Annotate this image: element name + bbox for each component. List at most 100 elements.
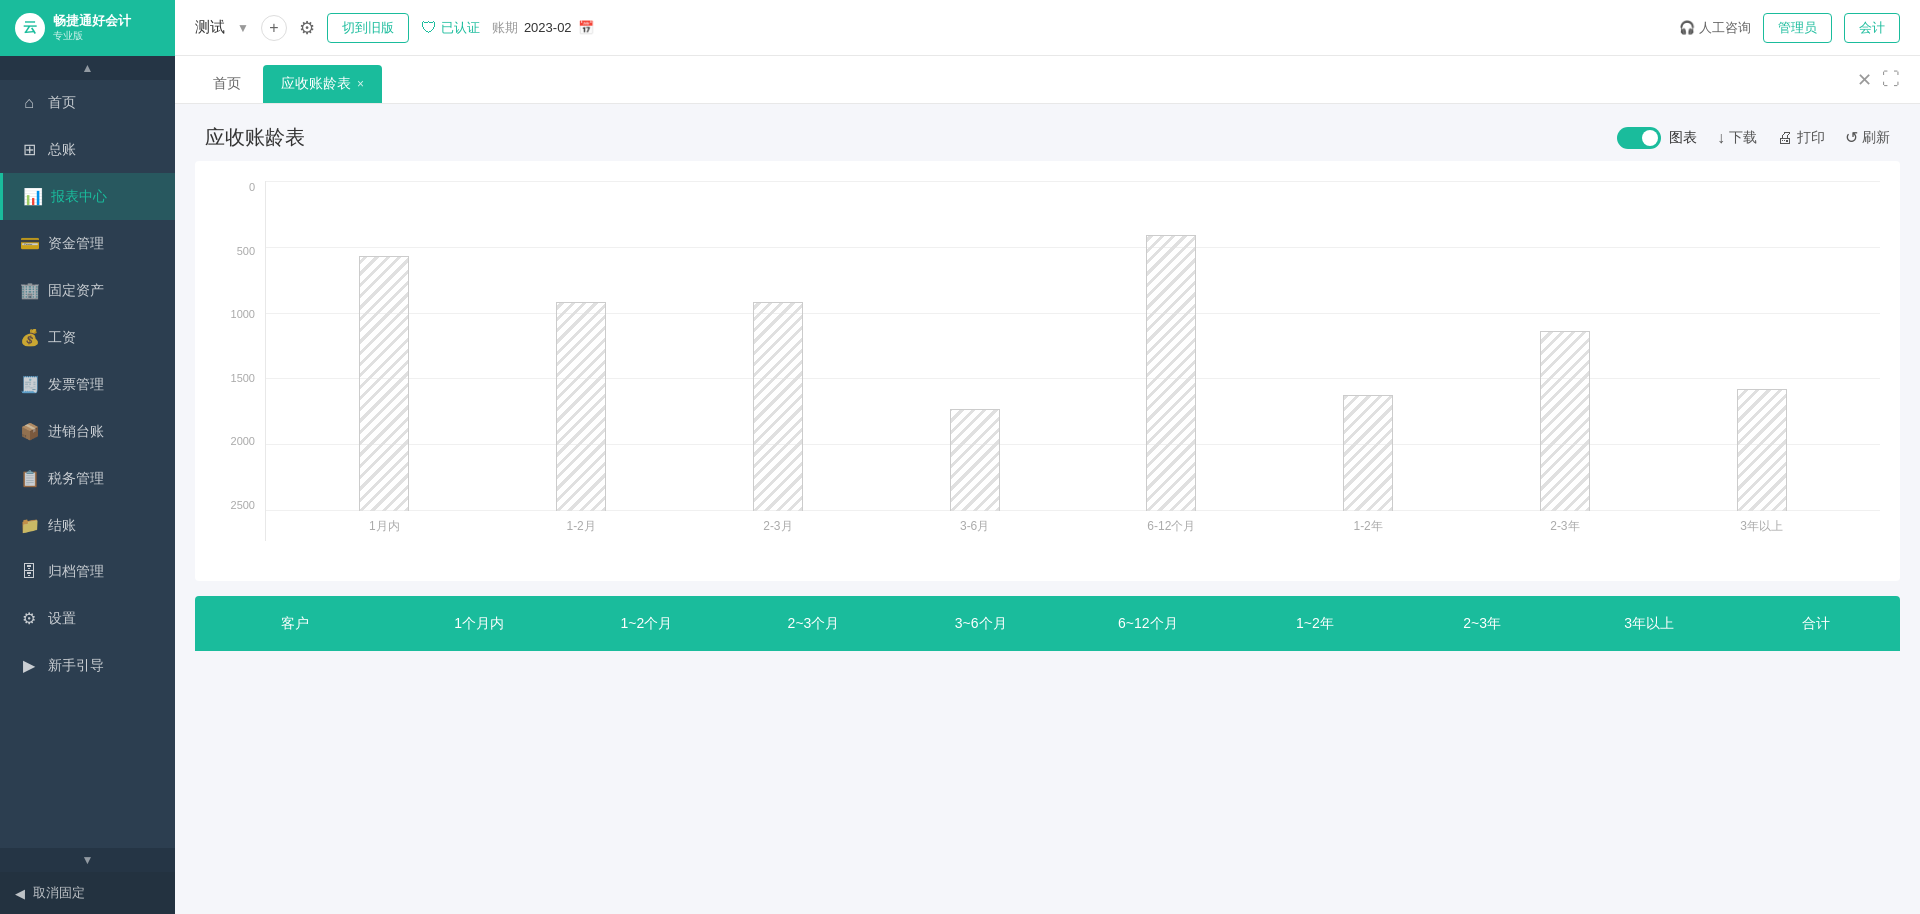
x-label: 1-2月 xyxy=(551,518,611,535)
settings-gear-icon[interactable]: ⚙ xyxy=(299,17,315,39)
company-dropdown-icon[interactable]: ▼ xyxy=(237,21,249,35)
chart-bar-group xyxy=(1737,389,1787,511)
download-icon: ↓ xyxy=(1717,129,1725,147)
chart-toggle-container: 图表 xyxy=(1617,127,1697,149)
sidebar-item-home[interactable]: ⌂ 首页 xyxy=(0,80,175,126)
chart-bar xyxy=(556,302,606,511)
consult-label: 人工咨询 xyxy=(1699,19,1751,37)
add-company-btn[interactable]: + xyxy=(261,15,287,41)
user-btn[interactable]: 管理员 xyxy=(1763,13,1832,43)
certified-icon: 🛡 xyxy=(421,19,437,37)
chart-bar xyxy=(1146,235,1196,511)
chart-y-axis: 2500 2000 1500 1000 500 0 xyxy=(215,181,265,541)
sidebar-item-reports[interactable]: 📊 报表中心 xyxy=(0,173,175,220)
sidebar-item-settings[interactable]: ⚙ 设置 xyxy=(0,595,175,642)
company-name: 测试 xyxy=(195,18,225,37)
sidebar-item-label: 税务管理 xyxy=(48,470,104,488)
scroll-down-btn[interactable]: ▼ xyxy=(0,848,175,872)
y-label-5: 2500 xyxy=(215,499,255,511)
tabbar-actions: ✕ ⛶ xyxy=(1857,69,1900,91)
sidebar-item-inventory[interactable]: 📦 进销台账 xyxy=(0,408,175,455)
reports-icon: 📊 xyxy=(23,187,41,206)
pin-icon: ◀ xyxy=(15,886,25,901)
sidebar-item-archive[interactable]: 🗄 归档管理 xyxy=(0,549,175,595)
tab-home[interactable]: 首页 xyxy=(195,65,259,103)
calendar-icon[interactable]: 📅 xyxy=(578,20,594,35)
refresh-icon: ↺ xyxy=(1845,128,1858,147)
closing-icon: 📁 xyxy=(20,516,38,535)
logo-badge: 专业版 xyxy=(53,29,131,43)
print-label: 打印 xyxy=(1797,129,1825,147)
tab-close-icon[interactable]: × xyxy=(357,77,364,91)
chart-toggle[interactable] xyxy=(1617,127,1661,149)
y-label-1: 500 xyxy=(215,245,255,257)
y-label-0: 0 xyxy=(215,181,255,193)
x-label: 2-3月 xyxy=(748,518,808,535)
sidebar-item-label: 归档管理 xyxy=(48,563,104,581)
x-label: 6-12个月 xyxy=(1141,518,1201,535)
consult-icon: 🎧 xyxy=(1679,20,1695,35)
table-header-col: 客户 xyxy=(195,615,396,633)
sidebar-item-label: 进销台账 xyxy=(48,423,104,441)
content-area: 应收账龄表 图表 ↓ 下载 🖨 打印 ↺ 刷新 xyxy=(175,104,1920,914)
switch-version-btn[interactable]: 切到旧版 xyxy=(327,13,409,43)
chart-bar-group xyxy=(950,409,1000,511)
main-area: 测试 ▼ + ⚙ 切到旧版 🛡 已认证 账期 2023-02 📅 🎧 人工咨询 … xyxy=(175,0,1920,914)
guide-icon: ▶ xyxy=(20,656,38,675)
chart-toggle-label: 图表 xyxy=(1669,129,1697,147)
scroll-up-btn[interactable]: ▲ xyxy=(0,56,175,80)
table-header: 客户1个月内1~2个月2~3个月3~6个月6~12个月1~2年2~3年3年以上合… xyxy=(195,596,1900,651)
y-label-4: 2000 xyxy=(215,435,255,447)
print-btn[interactable]: 🖨 打印 xyxy=(1777,129,1825,147)
sidebar-item-assets[interactable]: 🏢 固定资产 xyxy=(0,267,175,314)
chart-bar xyxy=(1540,331,1590,511)
period-label: 账期 xyxy=(492,19,518,37)
certified-label: 已认证 xyxy=(441,19,480,37)
sidebar-item-guide[interactable]: ▶ 新手引导 xyxy=(0,642,175,689)
logo-title: 畅捷通好会计 xyxy=(53,13,131,30)
refresh-label: 刷新 xyxy=(1862,129,1890,147)
chart-bar-group xyxy=(556,302,606,511)
period-value: 2023-02 xyxy=(524,20,572,35)
sidebar-item-label: 结账 xyxy=(48,517,76,535)
assets-icon: 🏢 xyxy=(20,281,38,300)
sidebar-item-label: 资金管理 xyxy=(48,235,104,253)
chart-bars-row xyxy=(266,181,1880,511)
sidebar-item-label: 报表中心 xyxy=(51,188,107,206)
x-label: 3-6月 xyxy=(945,518,1005,535)
x-label: 1月内 xyxy=(354,518,414,535)
print-icon: 🖨 xyxy=(1777,129,1793,147)
table-header-col: 6~12个月 xyxy=(1064,615,1231,633)
sidebar-item-salary[interactable]: 💰 工资 xyxy=(0,314,175,361)
sidebar: 云 畅捷通好会计 专业版 ▲ ⌂ 首页 ⊞ 总账 📊 报表中心 💳 资金管理 🏢… xyxy=(0,0,175,914)
tab-aging-label: 应收账龄表 xyxy=(281,75,351,93)
invoice-icon: 🧾 xyxy=(20,375,38,394)
sidebar-item-closing[interactable]: 📁 结账 xyxy=(0,502,175,549)
topbar: 测试 ▼ + ⚙ 切到旧版 🛡 已认证 账期 2023-02 📅 🎧 人工咨询 … xyxy=(175,0,1920,56)
sidebar-item-tax[interactable]: 📋 税务管理 xyxy=(0,455,175,502)
expand-icon[interactable]: ⛶ xyxy=(1882,69,1900,91)
sidebar-item-ledger[interactable]: ⊞ 总账 xyxy=(0,126,175,173)
cancel-fixed-btn[interactable]: ◀ 取消固定 xyxy=(0,872,175,914)
close-window-icon[interactable]: ✕ xyxy=(1857,69,1872,91)
download-btn[interactable]: ↓ 下载 xyxy=(1717,129,1757,147)
chart-x-labels: 1月内1-2月2-3月3-6月6-12个月1-2年2-3年3年以上 xyxy=(266,511,1880,541)
accountant-btn[interactable]: 会计 xyxy=(1844,13,1900,43)
table-header-col: 2~3年 xyxy=(1399,615,1566,633)
page-actions: 图表 ↓ 下载 🖨 打印 ↺ 刷新 xyxy=(1617,127,1890,149)
sidebar-item-label: 总账 xyxy=(48,141,76,159)
consult-btn[interactable]: 🎧 人工咨询 xyxy=(1679,19,1751,37)
salary-icon: 💰 xyxy=(20,328,38,347)
period-info: 账期 2023-02 📅 xyxy=(492,19,594,37)
sidebar-item-label: 新手引导 xyxy=(48,657,104,675)
ledger-icon: ⊞ xyxy=(20,140,38,159)
tab-aging[interactable]: 应收账龄表 × xyxy=(263,65,382,103)
chart-plot-area: 1月内1-2月2-3月3-6月6-12个月1-2年2-3年3年以上 xyxy=(265,181,1880,541)
sidebar-item-invoice[interactable]: 🧾 发票管理 xyxy=(0,361,175,408)
sidebar-item-finance[interactable]: 💳 资金管理 xyxy=(0,220,175,267)
logo-text-block: 畅捷通好会计 专业版 xyxy=(53,13,131,44)
sidebar-item-label: 工资 xyxy=(48,329,76,347)
refresh-btn[interactable]: ↺ 刷新 xyxy=(1845,128,1890,147)
sidebar-logo: 云 畅捷通好会计 专业版 xyxy=(0,0,175,56)
sidebar-item-label: 固定资产 xyxy=(48,282,104,300)
